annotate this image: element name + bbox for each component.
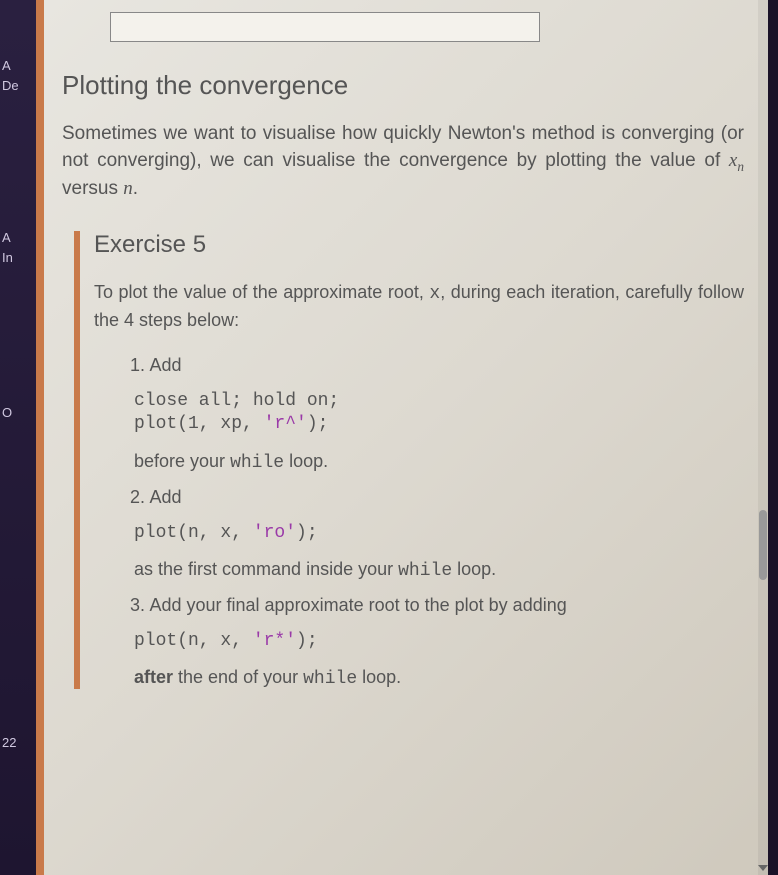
exercise-intro: To plot the value of the approximate roo… xyxy=(94,279,744,333)
para-text: . xyxy=(133,178,138,199)
step-number: 3. xyxy=(130,595,145,615)
sidebar-fragment: O xyxy=(2,405,12,420)
math-var-n: n xyxy=(123,178,133,199)
sidebar-fragment: A xyxy=(2,58,11,73)
sidebar-fragment: A xyxy=(2,230,11,245)
document-page: Plotting the convergence Sometimes we wa… xyxy=(36,0,768,875)
step-note: after the end of your while loop. xyxy=(134,667,744,689)
code-block: plot(n, x, 'ro'); xyxy=(134,522,744,545)
para-text: versus xyxy=(62,178,123,199)
step-label: Add your final approximate root to the p… xyxy=(149,595,566,615)
code-block: close all; hold on; plot(1, xp, 'r^'); xyxy=(134,390,744,437)
step-number: 1. xyxy=(130,355,145,375)
step-label: Add xyxy=(149,355,181,375)
var-x: x xyxy=(429,284,440,304)
sidebar-fragment: In xyxy=(2,250,13,265)
left-sidebar: A De A In O 22 xyxy=(0,0,36,875)
step-label: Add xyxy=(149,487,181,507)
section-title: Plotting the convergence xyxy=(62,70,744,101)
accent-bar xyxy=(36,0,44,875)
step-3: 3. Add your final approximate root to th… xyxy=(130,595,744,689)
step-note: before your while loop. xyxy=(134,451,744,473)
step-1: 1. Add close all; hold on; plot(1, xp, '… xyxy=(130,355,744,473)
step-2: 2. Add plot(n, x, 'ro'); as the first co… xyxy=(130,487,744,581)
scrollbar[interactable] xyxy=(758,0,768,875)
code-block: plot(n, x, 'r*'); xyxy=(134,630,744,653)
para-text: Sometimes we want to visualise how quick… xyxy=(62,123,744,171)
exercise-title: Exercise 5 xyxy=(94,231,744,259)
step-list: 1. Add close all; hold on; plot(1, xp, '… xyxy=(130,355,744,690)
step-number: 2. xyxy=(130,487,145,507)
math-var-xn: xn xyxy=(729,150,744,171)
scrollbar-thumb[interactable] xyxy=(759,510,767,580)
sidebar-fragment: 22 xyxy=(2,735,16,750)
section-paragraph: Sometimes we want to visualise how quick… xyxy=(62,121,744,203)
exercise-block: Exercise 5 To plot the value of the appr… xyxy=(74,231,744,690)
scroll-down-icon[interactable] xyxy=(758,865,768,871)
content-area: Plotting the convergence Sometimes we wa… xyxy=(54,0,768,715)
text-input-box[interactable] xyxy=(110,12,540,42)
sidebar-fragment: De xyxy=(2,78,19,93)
step-note: as the first command inside your while l… xyxy=(134,559,744,581)
